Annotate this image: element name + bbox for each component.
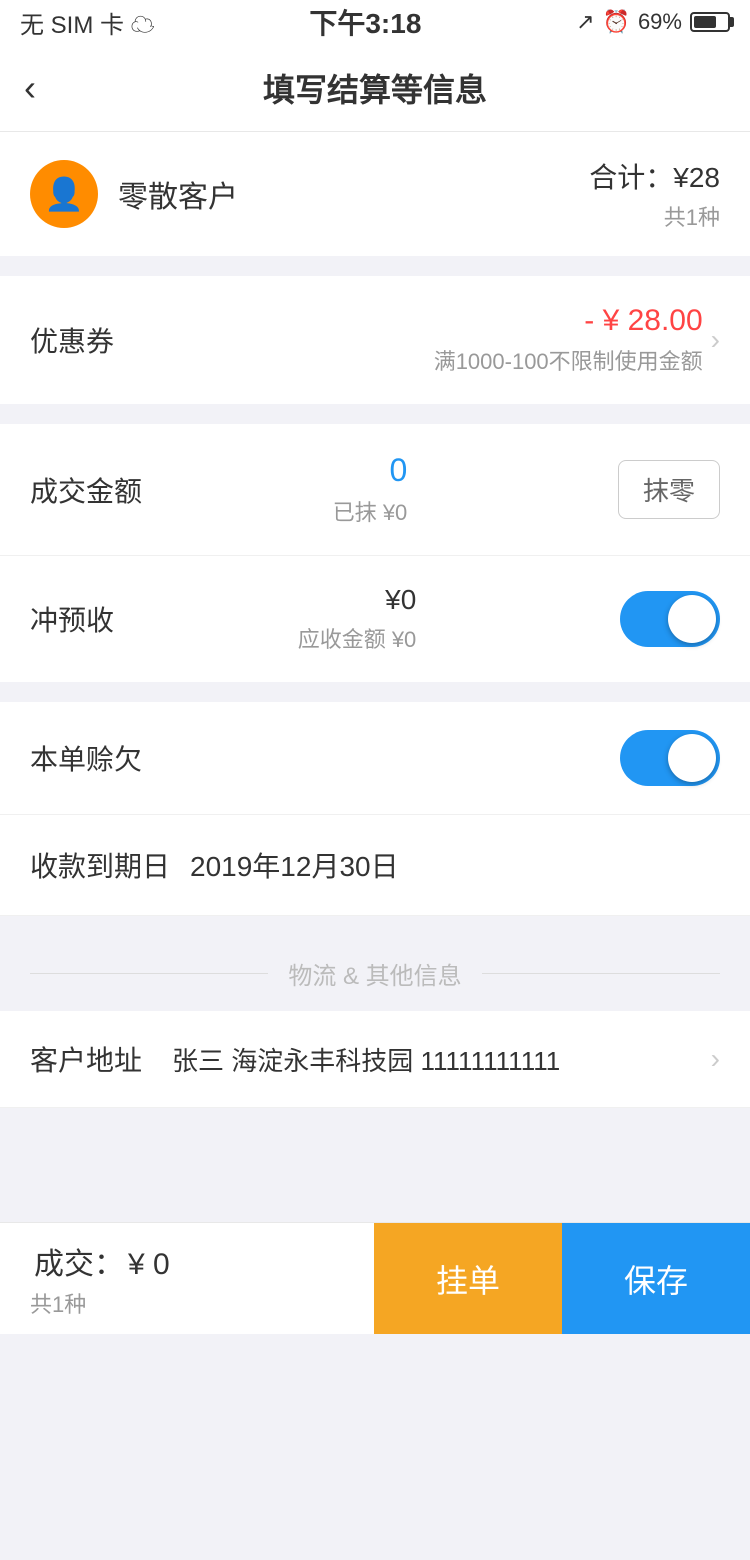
logistics-line-right: [482, 973, 720, 974]
logistics-line-left: [30, 973, 268, 974]
hang-button[interactable]: 挂单: [374, 1223, 562, 1334]
logistics-separator: 物流 & 其他信息: [0, 936, 750, 1011]
back-button[interactable]: ‹: [24, 67, 36, 109]
avatar-icon: 👤: [44, 175, 84, 213]
prepayment-toggle[interactable]: [620, 591, 720, 647]
due-date-label: 收款到期日: [30, 845, 170, 885]
coupon-label: 优惠券: [30, 320, 114, 360]
credit-toggle-knob: [668, 734, 716, 782]
status-time: 下午3:18: [309, 2, 421, 42]
bottom-spacer: [0, 1448, 750, 1560]
sim-status: 无 SIM 卡 ☁: [20, 5, 155, 40]
credit-section: 本单赊欠 收款到期日 2019年12月30日: [0, 702, 750, 916]
customer-section: 👤 零散客户 合计：¥28 共1种: [0, 132, 750, 256]
customer-name: 零散客户: [118, 172, 238, 216]
due-date-value: 2019年12月30日: [190, 845, 399, 885]
coupon-section: 优惠券 - ¥ 28.00 满1000-100不限制使用金额 ›: [0, 276, 750, 404]
customer-summary: 合计：¥28 共1种: [589, 156, 720, 232]
address-label: 客户地址: [30, 1039, 142, 1079]
battery-percent: 69%: [638, 9, 682, 35]
deal-amount-value[interactable]: 0: [390, 452, 408, 489]
customer-left: 👤 零散客户: [30, 160, 238, 228]
status-bar: 无 SIM 卡 ☁ 下午3:18 ↗ ⏰ 69%: [0, 0, 750, 44]
bottom-deal-text: 成交：¥ 0: [30, 1239, 344, 1283]
status-right: ↗ ⏰ 69%: [576, 9, 730, 35]
bottom-deal-value: ¥ 0: [128, 1248, 170, 1281]
section-gap-2: [0, 404, 750, 424]
customer-avatar: 👤: [30, 160, 98, 228]
coupon-chevron-icon: ›: [711, 324, 720, 356]
address-chevron-icon: ›: [711, 1043, 720, 1075]
prepayment-value: ¥0: [385, 584, 416, 616]
coupon-row[interactable]: 优惠券 - ¥ 28.00 满1000-100不限制使用金额 ›: [0, 276, 750, 404]
prepayment-sub: 应收金额 ¥0: [298, 622, 417, 654]
alarm-icon: ⏰: [603, 9, 630, 35]
page-title: 填写结算等信息: [263, 65, 487, 111]
section-gap-1: [0, 256, 750, 276]
due-date-row: 收款到期日 2019年12月30日: [0, 815, 750, 916]
credit-toggle[interactable]: [620, 730, 720, 786]
deal-amount-row: 成交金额 0 已抹 ¥0 抹零: [0, 424, 750, 556]
prepayment-label: 冲预收: [30, 599, 114, 639]
credit-row: 本单赊欠: [0, 702, 750, 815]
coupon-value: - ¥ 28.00: [114, 304, 703, 338]
section-gap-4: [0, 916, 750, 936]
logistics-label: 物流 & 其他信息: [268, 956, 481, 991]
nav-bar: ‹ 填写结算等信息: [0, 44, 750, 132]
save-button[interactable]: 保存: [562, 1223, 750, 1334]
status-left: 无 SIM 卡 ☁: [20, 5, 155, 40]
address-row[interactable]: 客户地址 张三 海淀永丰科技园 11111111111 ›: [0, 1011, 750, 1108]
bottom-count: 共1种: [30, 1287, 344, 1319]
address-value: 张三 海淀永丰科技园 11111111111: [172, 1041, 701, 1078]
deal-section: 成交金额 0 已抹 ¥0 抹零 冲预收 ¥0 应收金额 ¥0: [0, 424, 750, 682]
battery-icon: [690, 12, 730, 32]
customer-count: 共1种: [589, 200, 720, 232]
bottom-bar: 成交：¥ 0 共1种 挂单 保存: [0, 1222, 750, 1334]
bottom-summary: 成交：¥ 0 共1种: [0, 1223, 374, 1334]
prepayment-row: 冲预收 ¥0 应收金额 ¥0: [0, 556, 750, 682]
section-gap-3: [0, 682, 750, 702]
toggle-knob: [668, 595, 716, 643]
location-icon: ↗: [576, 9, 594, 35]
coupon-sub: 满1000-100不限制使用金额: [114, 344, 703, 376]
customer-total: 合计：¥28: [589, 156, 720, 196]
deal-amount-label: 成交金额: [30, 470, 142, 510]
credit-label: 本单赊欠: [30, 738, 142, 778]
deal-amount-sub: 已抹 ¥0: [333, 495, 408, 527]
round-up-button[interactable]: 抹零: [618, 460, 720, 519]
